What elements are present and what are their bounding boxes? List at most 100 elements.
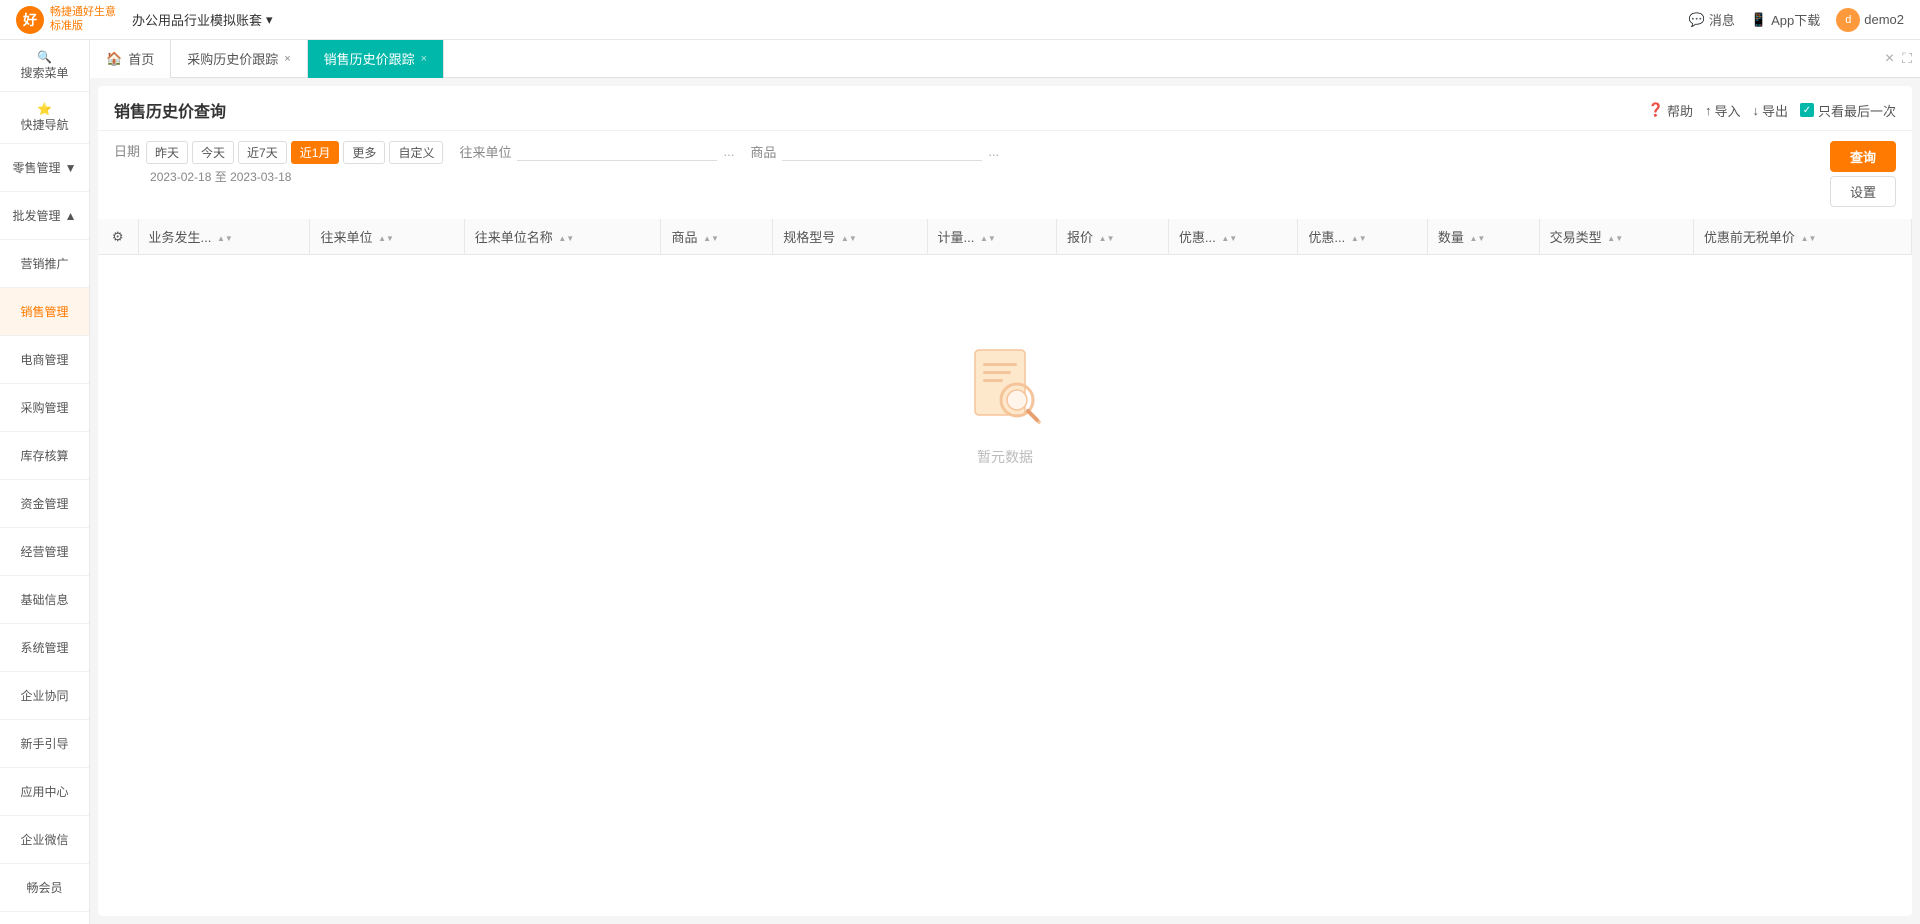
col-goods[interactable]: 商品 ▲▼ — [661, 219, 773, 255]
page-header-actions: ❓ 帮助 ↑ 导入 ↓ 导出 ✓ 只看最后一次 — [1648, 101, 1896, 120]
sidebar-item-wholesale[interactable]: 批发管理 ▲ — [0, 192, 89, 240]
sidebar-item-sales[interactable]: 销售管理 — [0, 288, 89, 336]
tab-sales-history[interactable]: 销售历史价跟踪 × — [308, 40, 444, 78]
import-btn[interactable]: ↑ 导入 — [1705, 101, 1741, 120]
tab-close-sales[interactable]: × — [421, 53, 427, 65]
message-icon: 💬 — [1689, 12, 1705, 28]
tab-purchase-history[interactable]: 采购历史价跟踪 × — [171, 40, 307, 78]
empty-icon — [955, 335, 1055, 435]
sort-arrows-price: ▲▼ — [1099, 234, 1115, 243]
empty-state: 暂元数据 — [98, 255, 1912, 547]
sidebar-item-retail[interactable]: 零售管理 ▼ — [0, 144, 89, 192]
sidebar-item-search[interactable]: 🔍 搜索菜单 — [0, 40, 89, 92]
sort-arrows-goods: ▲▼ — [703, 234, 719, 243]
date-btn-today[interactable]: 今天 — [192, 141, 234, 164]
col-gear[interactable]: ⚙ — [98, 219, 138, 255]
goods-label: 商品 — [750, 142, 776, 161]
sidebar-item-shortcut[interactable]: ⭐ 快捷导航 — [0, 92, 89, 144]
partner-input[interactable] — [517, 141, 717, 161]
date-btn-more[interactable]: 更多 — [343, 141, 385, 164]
col-spec[interactable]: 规格型号 ▲▼ — [773, 219, 927, 255]
logo-text: 畅捷通好生意 标准版 — [50, 6, 116, 32]
col-trade-type[interactable]: 交易类型 ▲▼ — [1539, 219, 1693, 255]
sort-arrows-partner-name: ▲▼ — [558, 234, 574, 243]
sort-arrows-discount2: ▲▼ — [1351, 234, 1367, 243]
window-close-icon[interactable]: × — [1885, 50, 1894, 68]
app-download-btn[interactable]: 📱 App下载 — [1751, 10, 1820, 29]
page-title: 销售历史价查询 — [114, 98, 226, 122]
goods-input[interactable] — [782, 141, 982, 161]
col-partner-code[interactable]: 往来单位 ▲▼ — [310, 219, 464, 255]
content-area: 🏠 首页 采购历史价跟踪 × 销售历史价跟踪 × × ⛶ 销售历史价查询 — [90, 40, 1920, 924]
data-table: ⚙ 业务发生... ▲▼ 往来单位 ▲▼ 往来单位名称 ▲ — [98, 219, 1912, 255]
tab-close-purchase[interactable]: × — [284, 53, 290, 65]
checkbox-checked-icon: ✓ — [1800, 103, 1814, 117]
page-content: 销售历史价查询 ❓ 帮助 ↑ 导入 ↓ 导出 ✓ — [98, 86, 1912, 916]
col-partner-name[interactable]: 往来单位名称 ▲▼ — [464, 219, 661, 255]
home-icon: 🏠 — [106, 51, 122, 67]
sidebar-item-purchase[interactable]: 采购管理 — [0, 384, 89, 432]
empty-text: 暂元数据 — [977, 447, 1033, 467]
app-icon: 📱 — [1751, 12, 1767, 28]
export-icon: ↓ — [1752, 103, 1759, 118]
col-discount2[interactable]: 优惠... ▲▼ — [1298, 219, 1428, 255]
window-expand-icon[interactable]: ⛶ — [1902, 50, 1912, 67]
table-header-row: ⚙ 业务发生... ▲▼ 往来单位 ▲▼ 往来单位名称 ▲ — [98, 219, 1912, 255]
sidebar-item-enterprise[interactable]: 企业协同 — [0, 672, 89, 720]
help-btn[interactable]: ❓ 帮助 — [1648, 101, 1693, 120]
tab-window-actions: × ⛶ — [1885, 50, 1920, 68]
col-qty[interactable]: 数量 ▲▼ — [1427, 219, 1539, 255]
sidebar-item-appstore[interactable]: 应用中心 — [0, 768, 89, 816]
user-avatar[interactable]: d demo2 — [1836, 8, 1904, 32]
sidebar-item-operations[interactable]: 经营管理 — [0, 528, 89, 576]
company-dropdown[interactable]: 办公用品行业模拟账套 ▾ — [132, 10, 1689, 29]
col-unit[interactable]: 计量... ▲▼ — [927, 219, 1057, 255]
sidebar: 🔍 搜索菜单 ⭐ 快捷导航 零售管理 ▼ 批发管理 ▲ 营销推广 销售管理 电商… — [0, 40, 90, 924]
col-discount1[interactable]: 优惠... ▲▼ — [1168, 219, 1298, 255]
main-layout: 🔍 搜索菜单 ⭐ 快捷导航 零售管理 ▼ 批发管理 ▲ 营销推广 销售管理 电商… — [0, 40, 1920, 924]
sidebar-item-inventory[interactable]: 库存核算 — [0, 432, 89, 480]
logo-icon: 好 — [16, 6, 44, 34]
col-price[interactable]: 报价 ▲▼ — [1057, 219, 1169, 255]
sidebar-item-system[interactable]: 系统管理 — [0, 624, 89, 672]
sort-arrows-partner-code: ▲▼ — [378, 234, 394, 243]
import-icon: ↑ — [1705, 103, 1712, 118]
date-filter: 日期 昨天 今天 近7天 近1月 更多 自定义 2023-02-18 至 202… — [114, 141, 443, 185]
sort-arrows-discount1: ▲▼ — [1221, 234, 1237, 243]
col-tax-price[interactable]: 优惠前无税单价 ▲▼ — [1693, 219, 1911, 255]
only-last-checkbox-label[interactable]: ✓ 只看最后一次 — [1800, 101, 1896, 120]
chevron-down-icon: ▼ — [65, 161, 77, 175]
date-btn-yesterday[interactable]: 昨天 — [146, 141, 188, 164]
col-biz-date[interactable]: 业务发生... ▲▼ — [138, 219, 310, 255]
date-btn-1month[interactable]: 近1月 — [291, 141, 340, 164]
goods-dots-btn[interactable]: ... — [988, 144, 999, 159]
sort-arrows-unit: ▲▼ — [980, 234, 996, 243]
settings-button[interactable]: 设置 — [1830, 176, 1896, 207]
sidebar-item-guide[interactable]: 新手引导 — [0, 720, 89, 768]
tab-bar: 🏠 首页 采购历史价跟踪 × 销售历史价跟踪 × × ⛶ — [90, 40, 1920, 78]
top-bar: 好 畅捷通好生意 标准版 办公用品行业模拟账套 ▾ 💬 消息 📱 App下载 d… — [0, 0, 1920, 40]
sidebar-item-wechat[interactable]: 企业微信 — [0, 816, 89, 864]
logo: 好 畅捷通好生意 标准版 — [16, 6, 116, 34]
sidebar-item-basic[interactable]: 基础信息 — [0, 576, 89, 624]
help-icon: ❓ — [1648, 102, 1664, 118]
page-header: 销售历史价查询 ❓ 帮助 ↑ 导入 ↓ 导出 ✓ — [98, 86, 1912, 131]
sidebar-item-finance[interactable]: 资金管理 — [0, 480, 89, 528]
tab-home[interactable]: 🏠 首页 — [90, 40, 171, 78]
sidebar-item-member[interactable]: 畅会员 — [0, 864, 89, 912]
date-btn-custom[interactable]: 自定义 — [389, 141, 443, 164]
date-btn-7days[interactable]: 近7天 — [238, 141, 287, 164]
partner-dots-btn[interactable]: ... — [723, 144, 734, 159]
avatar-icon: d — [1836, 8, 1860, 32]
star-icon: ⭐ — [37, 102, 52, 116]
goods-filter: 商品 ... — [750, 141, 999, 161]
partner-filter: 往来单位 ... — [459, 141, 734, 161]
message-btn[interactable]: 💬 消息 — [1689, 10, 1735, 29]
sidebar-item-ecommerce[interactable]: 电商管理 — [0, 336, 89, 384]
export-btn[interactable]: ↓ 导出 — [1752, 101, 1788, 120]
partner-label: 往来单位 — [459, 142, 511, 161]
sort-arrows-spec: ▲▼ — [841, 234, 857, 243]
sidebar-item-marketing[interactable]: 营销推广 — [0, 240, 89, 288]
top-bar-right: 💬 消息 📱 App下载 d demo2 — [1689, 8, 1904, 32]
query-button[interactable]: 查询 — [1830, 141, 1896, 172]
